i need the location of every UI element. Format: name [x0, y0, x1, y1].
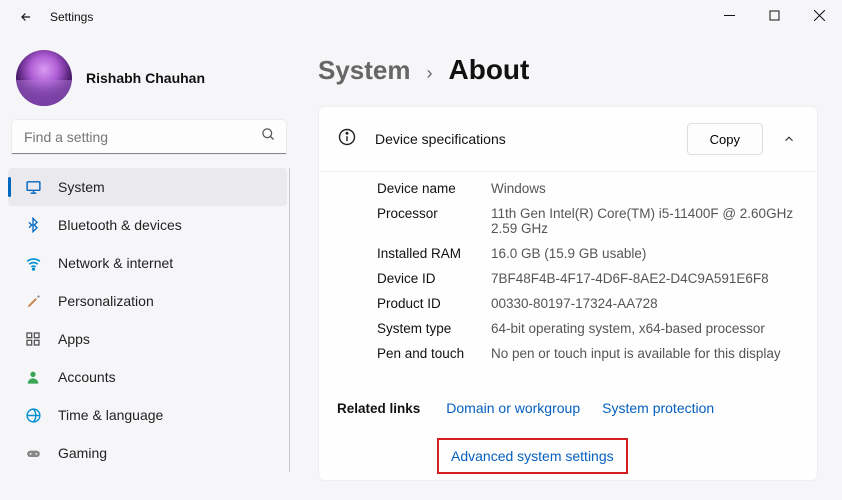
copy-button[interactable]: Copy [687, 123, 763, 155]
sidebar-item-personalization[interactable]: Personalization [8, 282, 287, 320]
breadcrumb-parent[interactable]: System [318, 55, 411, 86]
related-label: Related links [337, 401, 420, 416]
sidebar-item-accounts[interactable]: Accounts [8, 358, 287, 396]
info-icon [337, 127, 357, 152]
avatar [16, 50, 72, 106]
link-system-protection[interactable]: System protection [602, 400, 714, 416]
spec-row: Device nameWindows [377, 176, 799, 201]
sidebar-item-label: Time & language [58, 407, 163, 423]
sidebar: Rishabh Chauhan System Bluetooth & devic… [0, 34, 298, 500]
chevron-up-icon[interactable] [779, 129, 799, 149]
page-title: About [449, 54, 530, 86]
sidebar-item-label: Network & internet [58, 255, 173, 271]
spec-row: Installed RAM16.0 GB (15.9 GB usable) [377, 241, 799, 266]
sidebar-item-label: Accounts [58, 369, 116, 385]
minimize-button[interactable] [707, 0, 752, 30]
search-icon [261, 127, 276, 147]
spec-row: Product ID00330-80197-17324-AA728 [377, 291, 799, 316]
clock-globe-icon [24, 406, 42, 424]
sidebar-item-gaming[interactable]: Gaming [8, 434, 287, 472]
spec-row: System type64-bit operating system, x64-… [377, 316, 799, 341]
apps-icon [24, 330, 42, 348]
card-header: Device specifications Copy [319, 107, 817, 171]
sidebar-item-label: Personalization [58, 293, 154, 309]
device-spec-card: Device specifications Copy Device nameWi… [318, 106, 818, 481]
sidebar-item-system[interactable]: System [8, 168, 287, 206]
spec-row: Processor11th Gen Intel(R) Core(TM) i5-1… [377, 201, 799, 241]
card-title: Device specifications [375, 131, 687, 147]
spec-list: Device nameWindows Processor11th Gen Int… [319, 171, 817, 384]
breadcrumb: System › About [318, 54, 818, 86]
maximize-button[interactable] [752, 0, 797, 30]
spec-row: Pen and touchNo pen or touch input is av… [377, 341, 799, 366]
bluetooth-icon [24, 216, 42, 234]
sidebar-item-label: Bluetooth & devices [58, 217, 182, 233]
sidebar-item-apps[interactable]: Apps [8, 320, 287, 358]
sidebar-item-label: System [58, 179, 105, 195]
window-controls [707, 0, 842, 30]
search-input[interactable] [12, 120, 286, 154]
link-domain-workgroup[interactable]: Domain or workgroup [446, 400, 580, 416]
nav: System Bluetooth & devices Network & int… [8, 168, 290, 472]
related-links: Related links Domain or workgroup System… [319, 384, 817, 480]
sidebar-item-bluetooth[interactable]: Bluetooth & devices [8, 206, 287, 244]
search-box [12, 120, 286, 154]
sidebar-item-time[interactable]: Time & language [8, 396, 287, 434]
link-advanced-system-settings[interactable]: Advanced system settings [437, 438, 628, 474]
gamepad-icon [24, 444, 42, 462]
main-content: System › About Device specifications Cop… [298, 34, 842, 500]
brush-icon [24, 292, 42, 310]
sidebar-item-network[interactable]: Network & internet [8, 244, 287, 282]
sidebar-item-label: Gaming [58, 445, 107, 461]
spec-row: Device ID7BF48F4B-4F17-4D6F-8AE2-D4C9A59… [377, 266, 799, 291]
system-icon [24, 178, 42, 196]
profile[interactable]: Rishabh Chauhan [8, 44, 290, 120]
back-button[interactable] [18, 9, 34, 25]
person-icon [24, 368, 42, 386]
close-button[interactable] [797, 0, 842, 30]
window-title: Settings [50, 10, 93, 24]
profile-name: Rishabh Chauhan [86, 70, 205, 86]
wifi-icon [24, 254, 42, 272]
sidebar-item-label: Apps [58, 331, 90, 347]
chevron-right-icon: › [427, 63, 433, 84]
